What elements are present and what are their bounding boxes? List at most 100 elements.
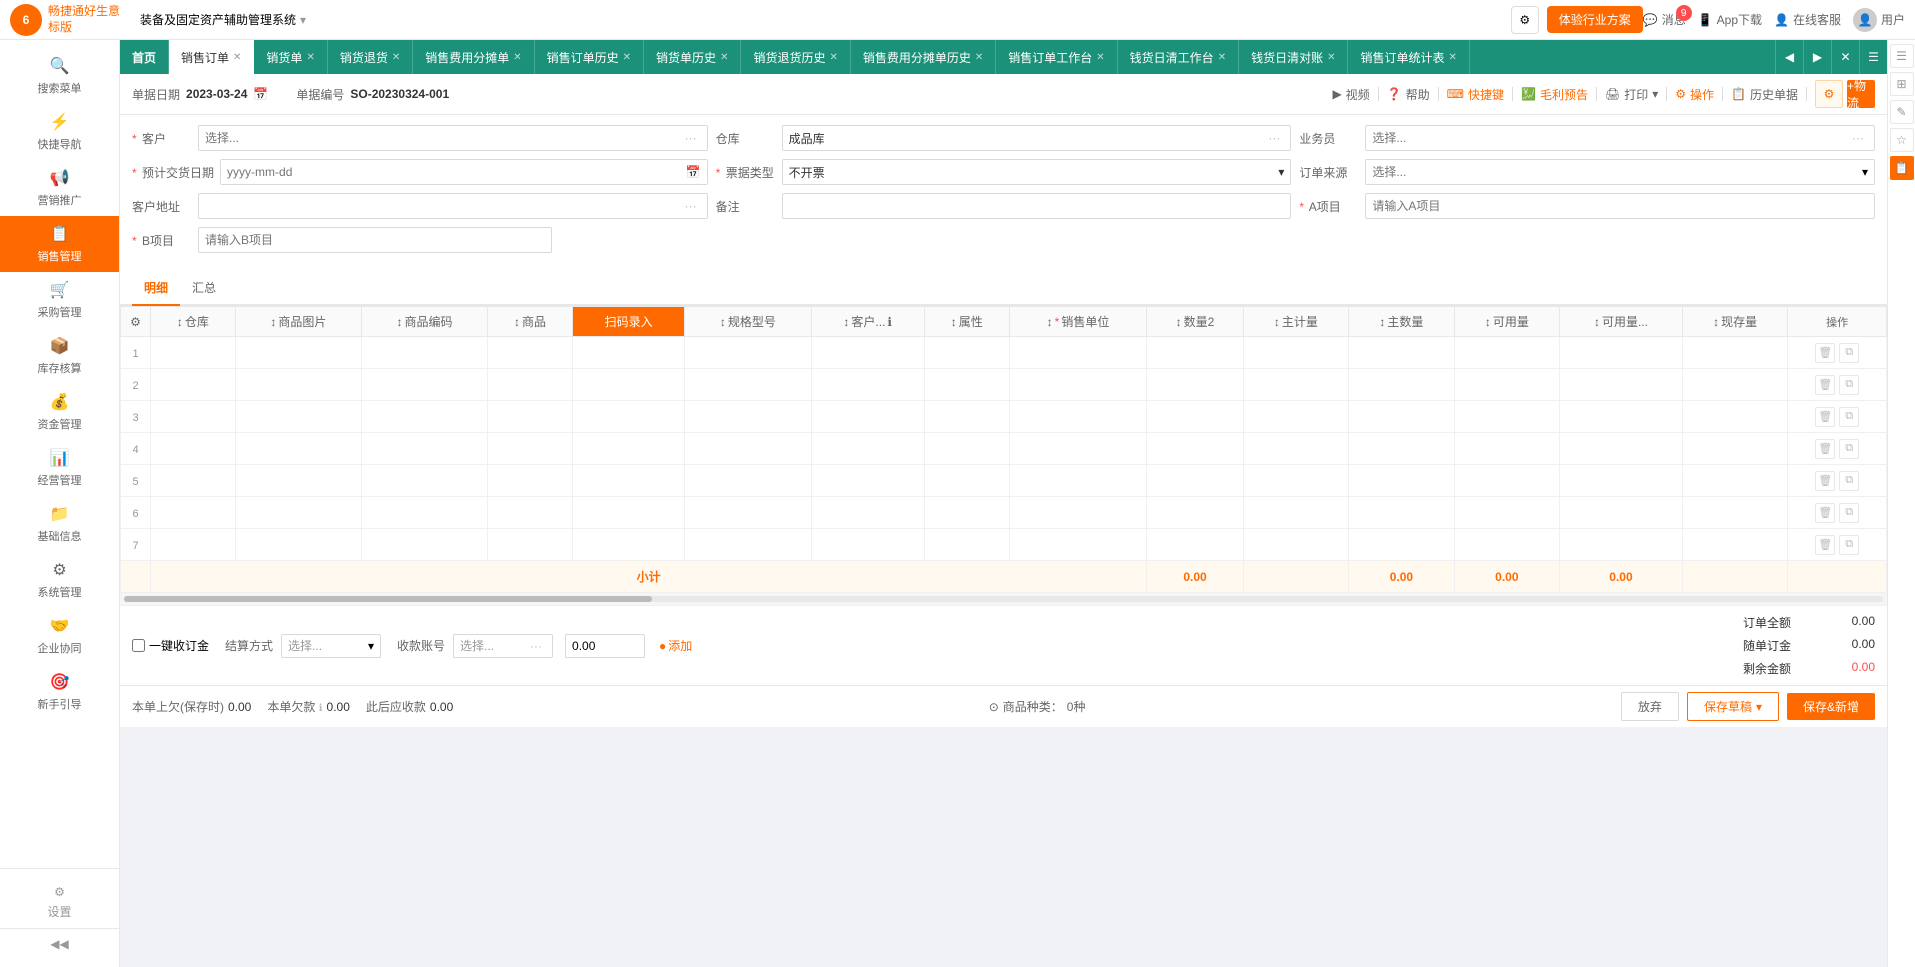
- row-4-unit[interactable]: [1009, 433, 1147, 465]
- row-1-qty2[interactable]: [1147, 337, 1243, 369]
- warehouse-dots-btn[interactable]: ···: [1264, 131, 1284, 145]
- row-1-product[interactable]: [488, 337, 573, 369]
- tab-sales-fee-history-close[interactable]: ✕: [975, 52, 983, 63]
- tab-summary[interactable]: 汇总: [180, 271, 228, 306]
- row-7-qty2[interactable]: [1147, 529, 1243, 561]
- row-4-available2[interactable]: [1560, 433, 1683, 465]
- sidebar-item-inventory[interactable]: 📦 库存核算: [0, 328, 119, 384]
- tab-sales-workbench-close[interactable]: ✕: [1096, 52, 1104, 63]
- row-6-main-qty[interactable]: [1349, 497, 1454, 529]
- row-4-spec[interactable]: [685, 433, 811, 465]
- tab-sales-return-history[interactable]: 销货退货历史 ✕: [741, 40, 850, 74]
- calendar-icon[interactable]: 📅: [253, 87, 268, 101]
- save-draft-dropdown-icon[interactable]: ▾: [1756, 700, 1762, 714]
- salesperson-dots-btn[interactable]: ···: [1848, 131, 1868, 145]
- row-3-main-unit[interactable]: [1243, 401, 1348, 433]
- table-scrollbar[interactable]: [120, 593, 1887, 605]
- customer-input[interactable]: [205, 131, 681, 145]
- row-3-unit[interactable]: [1009, 401, 1147, 433]
- row-6-available[interactable]: [1454, 497, 1559, 529]
- row-4-stock[interactable]: [1682, 433, 1787, 465]
- row-6-available2[interactable]: [1560, 497, 1683, 529]
- plan-button[interactable]: 体验行业方案: [1547, 6, 1643, 33]
- row-2-attr[interactable]: [924, 369, 1009, 401]
- row-1-available2[interactable]: [1560, 337, 1683, 369]
- sidebar-item-search[interactable]: 🔍 搜索菜单: [0, 48, 119, 104]
- right-sidebar-edit-icon[interactable]: ✎: [1890, 100, 1914, 124]
- tab-sales-return-close[interactable]: ✕: [392, 52, 400, 63]
- row-3-image[interactable]: [235, 401, 361, 433]
- row-1-stock[interactable]: [1682, 337, 1787, 369]
- row-1-warehouse[interactable]: [151, 337, 236, 369]
- messages-btn[interactable]: 💬 消息 9: [1643, 11, 1686, 28]
- row-6-warehouse[interactable]: [151, 497, 236, 529]
- sidebar-item-operations[interactable]: 📊 经营管理: [0, 440, 119, 496]
- toolbar-help-btn[interactable]: ❓ 帮助: [1387, 86, 1430, 103]
- address-input[interactable]: [205, 199, 681, 213]
- row-5-main-qty[interactable]: [1349, 465, 1454, 497]
- row-7-attr[interactable]: [924, 529, 1009, 561]
- toolbar-shortcut-btn[interactable]: ⌨ 快捷键: [1447, 86, 1504, 103]
- row-1-main-qty[interactable]: [1349, 337, 1454, 369]
- sidebar-item-enterprise[interactable]: 🤝 企业协同: [0, 608, 119, 664]
- row-5-qty2[interactable]: [1147, 465, 1243, 497]
- tab-menu-btn[interactable]: ☰: [1859, 40, 1887, 74]
- right-sidebar-star-icon[interactable]: ☆: [1890, 128, 1914, 152]
- row-6-attr[interactable]: [924, 497, 1009, 529]
- delivery-date-calendar-icon[interactable]: 📅: [686, 165, 701, 179]
- row-2-available2[interactable]: [1560, 369, 1683, 401]
- row-7-spec[interactable]: [685, 529, 811, 561]
- discard-button[interactable]: 放弃: [1621, 692, 1679, 721]
- row-4-main-unit[interactable]: [1243, 433, 1348, 465]
- row-7-copy-btn[interactable]: ⧉: [1839, 535, 1859, 555]
- a-project-input[interactable]: [1372, 194, 1868, 218]
- row-4-attr[interactable]: [924, 433, 1009, 465]
- account-select[interactable]: 选择... ···: [453, 634, 553, 658]
- row-2-main-unit[interactable]: [1243, 369, 1348, 401]
- table-settings-icon[interactable]: ⚙: [130, 315, 141, 329]
- row-7-delete-btn[interactable]: 🗑: [1815, 535, 1835, 555]
- sidebar-settings-btn[interactable]: ⚙ 设置: [0, 877, 119, 928]
- row-2-qty2[interactable]: [1147, 369, 1243, 401]
- sidebar-item-finance[interactable]: 💰 资金管理: [0, 384, 119, 440]
- tab-sales-return-history-close[interactable]: ✕: [829, 52, 837, 63]
- row-7-code[interactable]: [361, 529, 487, 561]
- row-6-delete-btn[interactable]: 🗑: [1815, 503, 1835, 523]
- row-5-available2[interactable]: [1560, 465, 1683, 497]
- right-sidebar-clipboard-icon[interactable]: 📋: [1890, 156, 1914, 180]
- row-1-main-unit[interactable]: [1243, 337, 1348, 369]
- row-1-code[interactable]: [361, 337, 487, 369]
- app-download-btn[interactable]: 📱 App下载: [1698, 11, 1762, 28]
- row-3-code[interactable]: [361, 401, 487, 433]
- payment-method-select[interactable]: 选择... ▾: [281, 634, 381, 658]
- row-5-attr[interactable]: [924, 465, 1009, 497]
- row-7-available2[interactable]: [1560, 529, 1683, 561]
- tab-sales-order-history[interactable]: 销售订单历史 ✕: [535, 40, 644, 74]
- row-3-qty2[interactable]: [1147, 401, 1243, 433]
- row-7-image[interactable]: [235, 529, 361, 561]
- row-6-main-unit[interactable]: [1243, 497, 1348, 529]
- settings-gear-btn[interactable]: ⚙: [1511, 6, 1539, 34]
- row-5-spec[interactable]: [685, 465, 811, 497]
- row-6-stock[interactable]: [1682, 497, 1787, 529]
- row-3-scan[interactable]: [572, 401, 684, 433]
- row-4-product[interactable]: [488, 433, 573, 465]
- sidebar-item-purchase[interactable]: 🛒 采购管理: [0, 272, 119, 328]
- row-4-qty2[interactable]: [1147, 433, 1243, 465]
- tab-sales-order-close[interactable]: ✕: [233, 52, 241, 63]
- row-5-main-unit[interactable]: [1243, 465, 1348, 497]
- row-1-scan[interactable]: [572, 337, 684, 369]
- row-5-unit[interactable]: [1009, 465, 1147, 497]
- row-2-copy-btn[interactable]: ⧉: [1839, 375, 1859, 395]
- row-3-customer-code[interactable]: [811, 401, 924, 433]
- tab-next-btn[interactable]: ▶: [1803, 40, 1831, 74]
- right-sidebar-grid-icon[interactable]: ⊞: [1890, 72, 1914, 96]
- row-2-stock[interactable]: [1682, 369, 1787, 401]
- row-1-delete-btn[interactable]: 🗑: [1815, 343, 1835, 363]
- row-7-unit[interactable]: [1009, 529, 1147, 561]
- row-3-warehouse[interactable]: [151, 401, 236, 433]
- tab-sales-stats[interactable]: 销售订单统计表 ✕: [1348, 40, 1469, 74]
- auto-payment-checkbox[interactable]: [132, 639, 145, 652]
- row-6-product[interactable]: [488, 497, 573, 529]
- sidebar-item-sales[interactable]: 📋 销售管理: [0, 216, 119, 272]
